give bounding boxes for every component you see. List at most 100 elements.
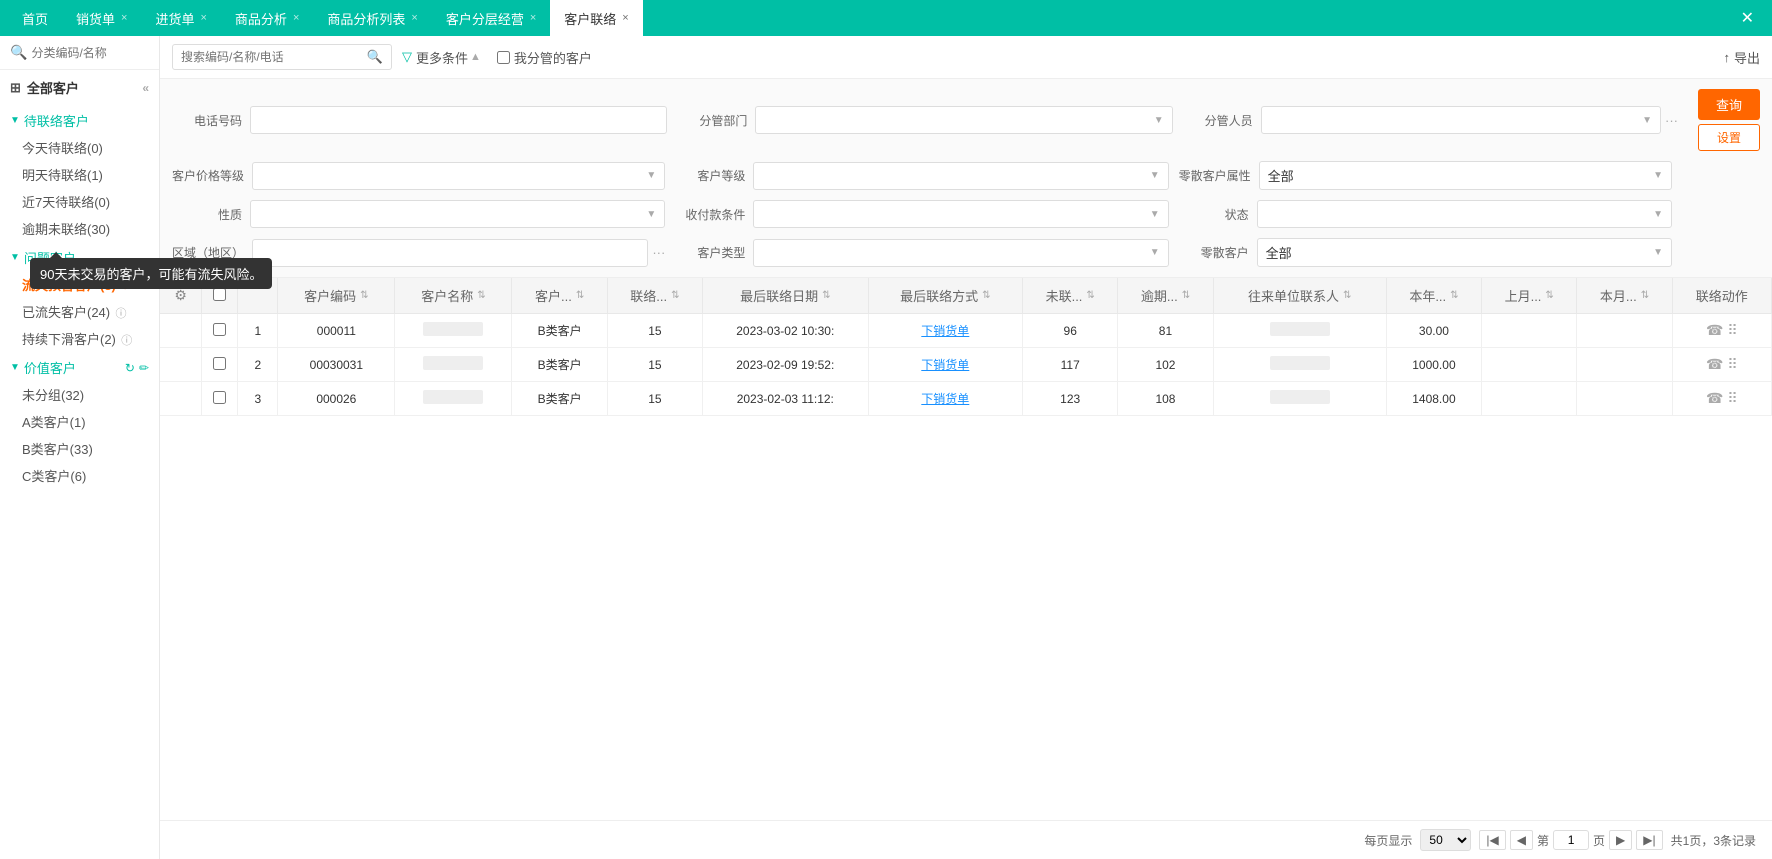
- tab-customercontact[interactable]: 客户联络 ×: [550, 0, 642, 36]
- row-checkbox[interactable]: [202, 348, 238, 382]
- next-page-button[interactable]: ▶: [1609, 830, 1632, 850]
- th-last-contact-method[interactable]: 最后联络方式 ⇅: [868, 278, 1023, 314]
- sidebar-search-box[interactable]: 🔍: [0, 36, 159, 70]
- first-page-button[interactable]: |◀: [1479, 830, 1505, 850]
- row-check[interactable]: [213, 391, 226, 404]
- sidebar-item-overdue-contact[interactable]: 逾期未联络(30): [0, 215, 159, 242]
- filter-retail-customer-select[interactable]: 全部 ▼: [1257, 238, 1672, 267]
- my-customers-check[interactable]: [497, 51, 510, 64]
- sidebar-item-declining[interactable]: 持续下滑客户(2) ⓘ: [0, 325, 159, 352]
- row-checkbox[interactable]: [202, 382, 238, 416]
- refresh-icon[interactable]: ↻: [125, 361, 135, 375]
- row-last-contact-method[interactable]: 下销货单: [868, 314, 1023, 348]
- row-check[interactable]: [213, 357, 226, 370]
- filter-price-select[interactable]: ▼: [252, 162, 665, 190]
- page-input[interactable]: [1553, 830, 1589, 850]
- more-region-icon[interactable]: ···: [652, 245, 665, 260]
- home-tab[interactable]: 首页: [8, 0, 62, 36]
- filter-region-select[interactable]: [252, 239, 648, 267]
- row-code[interactable]: 00030031: [278, 348, 395, 382]
- th-name[interactable]: 客户名称 ⇅: [395, 278, 512, 314]
- prev-page-button[interactable]: ◀: [1510, 830, 1533, 850]
- th-last-month[interactable]: 上月... ⇅: [1482, 278, 1577, 314]
- filter-nature-select[interactable]: ▼: [250, 200, 665, 228]
- filter-dept-select[interactable]: ▼: [755, 106, 1172, 134]
- sidebar-item-ungrouped[interactable]: 未分组(32): [0, 381, 159, 408]
- contact-icon[interactable]: ☎: [1706, 390, 1723, 407]
- more-conditions-button[interactable]: ▽ 更多条件 ▲: [402, 48, 481, 67]
- info-icon: ⓘ: [115, 308, 126, 320]
- tab-customerlayer[interactable]: 客户分层经营 ×: [432, 0, 550, 36]
- tab-label: 客户联络: [564, 9, 616, 28]
- edit-icon[interactable]: ✏: [139, 361, 149, 375]
- filter-phone-input[interactable]: [250, 106, 667, 134]
- item-label: 今天待联络(0): [22, 141, 103, 156]
- tab-productanalysis[interactable]: 商品分析 ×: [221, 0, 313, 36]
- row-last-contact-method[interactable]: 下销货单: [868, 348, 1023, 382]
- sort-icon: ⇅: [477, 290, 485, 301]
- filter-customer-type-label: 客户类型: [675, 244, 745, 261]
- my-customers-checkbox[interactable]: 我分管的客户: [497, 48, 592, 67]
- gear-icon[interactable]: ⚙: [174, 287, 187, 303]
- sidebar-search-input[interactable]: [31, 46, 149, 60]
- sidebar-item-class-a[interactable]: A类客户(1): [0, 408, 159, 435]
- search-input[interactable]: [181, 50, 363, 64]
- per-page-select[interactable]: 20 50 100: [1420, 829, 1471, 851]
- tab-purchaseorder[interactable]: 进货单 ×: [141, 0, 220, 36]
- filter-retail-attr-select[interactable]: 全部 ▼: [1259, 161, 1672, 190]
- th-this-month[interactable]: 本月... ⇅: [1577, 278, 1672, 314]
- search-box[interactable]: 🔍: [172, 44, 392, 70]
- contact-icon[interactable]: ☎: [1706, 356, 1723, 373]
- filter-payment-select[interactable]: ▼: [753, 200, 1168, 228]
- close-tab-customerlayer-icon[interactable]: ×: [530, 12, 536, 24]
- close-app-button[interactable]: ✕: [1731, 8, 1764, 28]
- more-icon[interactable]: ···: [1665, 113, 1678, 128]
- sidebar-item-tomorrow-contact[interactable]: 明天待联络(1): [0, 161, 159, 188]
- th-this-year[interactable]: 本年... ⇅: [1386, 278, 1481, 314]
- close-tab-purchaseorder-icon[interactable]: ×: [200, 12, 206, 24]
- sidebar-item-class-c[interactable]: C类客户(6): [0, 462, 159, 489]
- tab-productanalysislist[interactable]: 商品分析列表 ×: [313, 0, 431, 36]
- more-action-icon[interactable]: ⠿: [1727, 322, 1737, 339]
- blurred-unit: [1270, 356, 1330, 370]
- close-tab-salesorder-icon[interactable]: ×: [121, 12, 127, 24]
- th-last-contact-date[interactable]: 最后联络日期 ⇅: [703, 278, 869, 314]
- th-code[interactable]: 客户编码 ⇅: [278, 278, 395, 314]
- row-last-contact-method[interactable]: 下销货单: [868, 382, 1023, 416]
- more-action-icon[interactable]: ⠿: [1727, 356, 1737, 373]
- close-tab-productanalysis-icon[interactable]: ×: [293, 12, 299, 24]
- th-not-contacted[interactable]: 未联... ⇅: [1023, 278, 1118, 314]
- sidebar-all-customers[interactable]: ⊞ 全部客户 «: [0, 70, 159, 105]
- row-code[interactable]: 000026: [278, 382, 395, 416]
- close-tab-customercontact-icon[interactable]: ×: [622, 12, 628, 24]
- sidebar-item-churned[interactable]: 已流失客户(24) ⓘ: [0, 298, 159, 325]
- th-unit-contact[interactable]: 往来单位联系人 ⇅: [1213, 278, 1386, 314]
- row-check[interactable]: [213, 323, 226, 336]
- search-icon[interactable]: 🔍: [367, 49, 383, 65]
- filter-status-select[interactable]: ▼: [1257, 200, 1672, 228]
- contact-icon[interactable]: ☎: [1706, 322, 1723, 339]
- filter-manager-select[interactable]: ▼: [1261, 106, 1661, 134]
- tab-salesorder[interactable]: 销货单 ×: [62, 0, 141, 36]
- settings-button[interactable]: 设置: [1698, 124, 1760, 151]
- row-contact: 15: [607, 382, 702, 416]
- export-button[interactable]: ↑ 导出: [1723, 48, 1760, 67]
- filter-customer-level-select[interactable]: ▼: [753, 162, 1168, 190]
- sidebar-group-value[interactable]: ▼ 价值客户 ↻ ✏: [0, 352, 159, 381]
- sidebar-group-pending[interactable]: ▼ 待联络客户: [0, 105, 159, 134]
- action-icons: ☎ ⠿: [1681, 356, 1763, 373]
- last-page-button[interactable]: ▶|: [1636, 830, 1662, 850]
- more-action-icon[interactable]: ⠿: [1727, 390, 1737, 407]
- th-type[interactable]: 客户... ⇅: [512, 278, 607, 314]
- th-contact[interactable]: 联络... ⇅: [607, 278, 702, 314]
- close-tab-productanalysislist-icon[interactable]: ×: [411, 12, 417, 24]
- query-button[interactable]: 查询: [1698, 89, 1760, 120]
- sidebar-item-week-contact[interactable]: 近7天待联络(0): [0, 188, 159, 215]
- row-code[interactable]: 000011: [278, 314, 395, 348]
- row-checkbox[interactable]: [202, 314, 238, 348]
- sidebar-item-class-b[interactable]: B类客户(33): [0, 435, 159, 462]
- th-overdue[interactable]: 逾期... ⇅: [1118, 278, 1213, 314]
- filter-customer-type-select[interactable]: ▼: [753, 239, 1168, 267]
- sidebar-item-today-contact[interactable]: 今天待联络(0): [0, 134, 159, 161]
- select-all-checkbox[interactable]: [213, 288, 226, 301]
